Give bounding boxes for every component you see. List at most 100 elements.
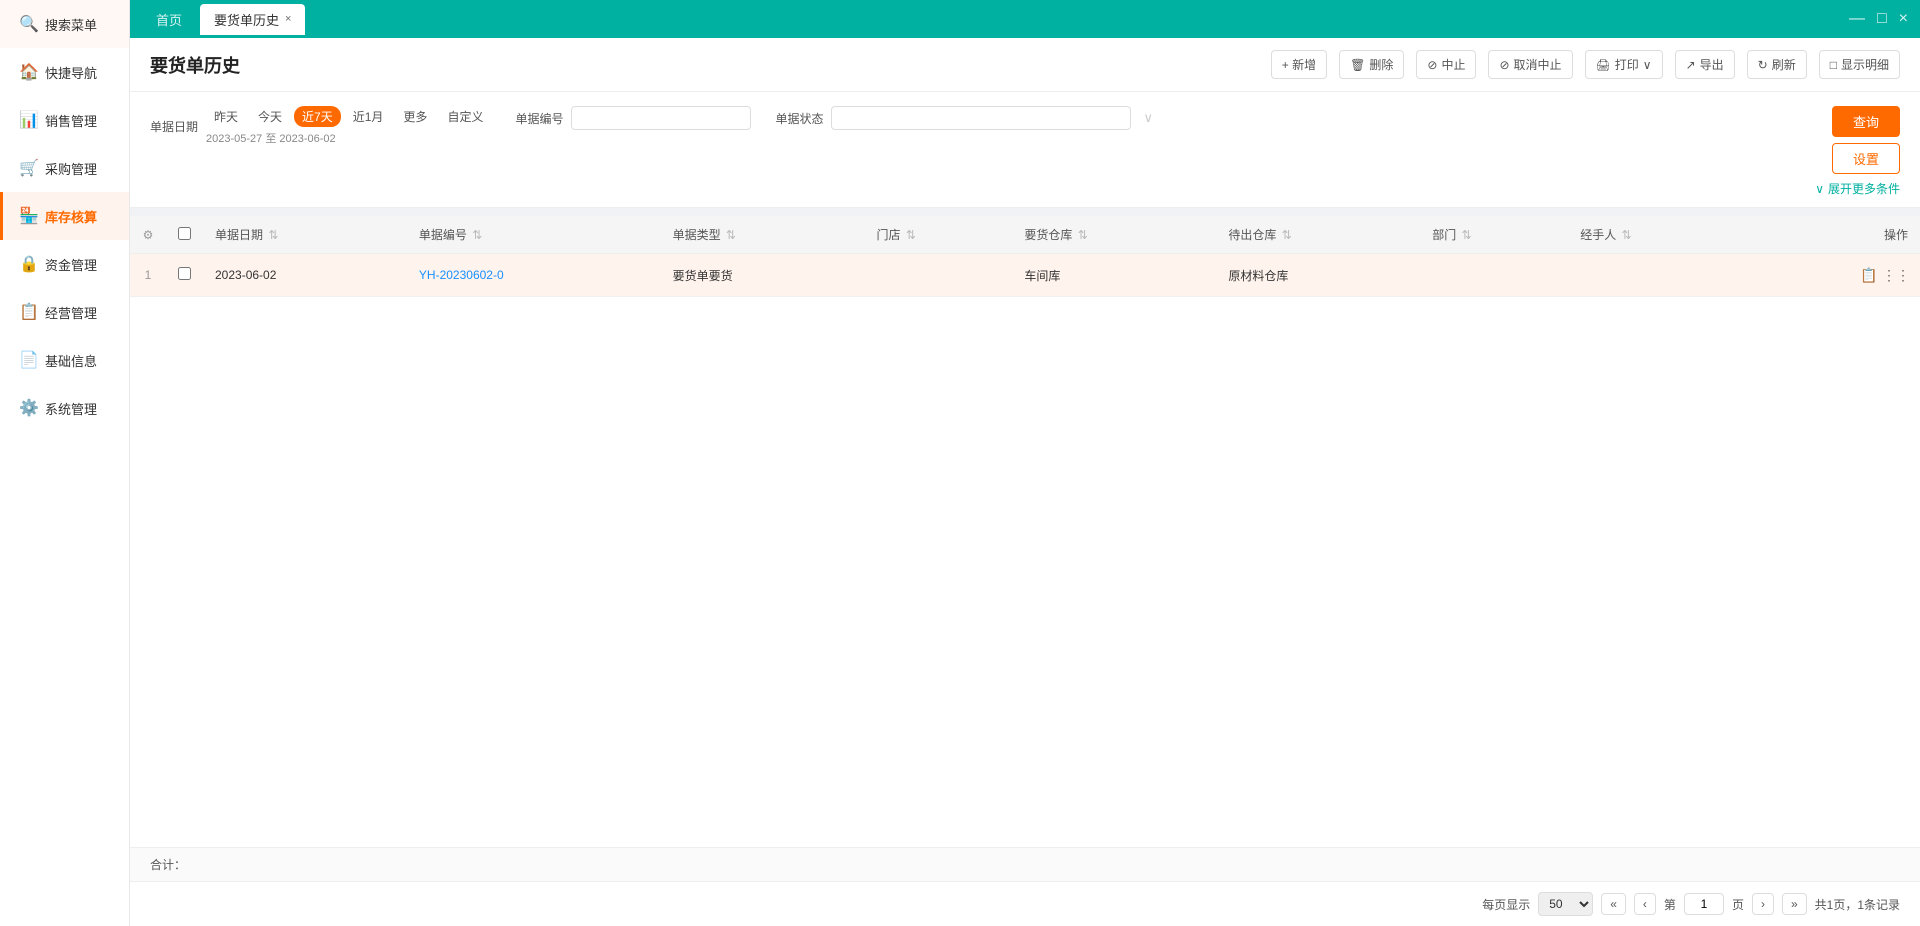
th-date: 单据日期 ⇅ (203, 216, 407, 254)
new-button[interactable]: + 新增 (1271, 50, 1327, 79)
bill-number-link[interactable]: YH-20230602-0 (419, 268, 504, 282)
date-btn-last1month[interactable]: 近1月 (345, 106, 392, 127)
sidebar-item-inventory[interactable]: 🏪 库存核算 (0, 192, 129, 240)
print-button[interactable]: 🖨 打印 ∨ (1585, 50, 1663, 79)
date-btn-today[interactable]: 今天 (250, 106, 290, 127)
date-range-display: 2023-05-27 至 2023-06-02 (206, 130, 491, 146)
suspend-icon: ⊘ (1427, 58, 1437, 72)
sidebar: 🔍 搜索菜单 🏠 快捷导航 📊 销售管理 🛒 采购管理 🏪 库存核算 🔒 资金管… (0, 0, 130, 926)
sidebar-item-search[interactable]: 🔍 搜索菜单 (0, 0, 129, 48)
sort-pending-warehouse-icon[interactable]: ⇅ (1282, 228, 1292, 242)
th-pending-warehouse: 待出仓库 ⇅ (1216, 216, 1420, 254)
suspend-label: 中止 (1441, 56, 1465, 73)
lock-icon: 🔒 (19, 254, 37, 274)
th-req-warehouse-label: 要货仓库 (1024, 228, 1072, 242)
delete-label: 删除 (1369, 56, 1393, 73)
more-ops-icon[interactable]: ⋮⋮ (1884, 263, 1908, 287)
sort-department-icon[interactable]: ⇅ (1462, 228, 1472, 242)
row-checkbox[interactable] (178, 267, 191, 280)
sidebar-item-basicinfo[interactable]: 📄 基础信息 (0, 336, 129, 384)
page-size-select[interactable]: 50 100 (1538, 892, 1593, 916)
sidebar-item-system[interactable]: ⚙️ 系统管理 (0, 384, 129, 432)
sidebar-item-sales[interactable]: 📊 销售管理 (0, 96, 129, 144)
content-area: 要货单历史 + 新增 🗑 删除 ⊘ 中止 ⊘ 取消中止 🖨 打印 (130, 38, 1920, 926)
sort-req-warehouse-icon[interactable]: ⇅ (1078, 228, 1088, 242)
refresh-button[interactable]: ↻ 刷新 (1747, 50, 1807, 79)
sort-type-icon[interactable]: ⇅ (726, 228, 736, 242)
cell-req-warehouse: 车间库 (1012, 254, 1216, 297)
status-dropdown-icon: ∨ (1143, 110, 1153, 126)
toolbar: + 新增 🗑 删除 ⊘ 中止 ⊘ 取消中止 🖨 打印 ∨ (1271, 50, 1900, 79)
cell-checkbox (166, 254, 203, 297)
status-label: 单据状态 (775, 110, 823, 127)
cell-type: 要货单要货 (661, 254, 865, 297)
refresh-label: 刷新 (1772, 56, 1796, 73)
cell-handler (1568, 254, 1744, 297)
cell-store (864, 254, 1012, 297)
th-store: 门店 ⇅ (864, 216, 1012, 254)
edit-icon[interactable]: 📋 (1857, 263, 1881, 287)
expand-more-button[interactable]: ∨ 展开更多条件 (1815, 180, 1900, 197)
sidebar-item-purchase[interactable]: 🛒 采购管理 (0, 144, 129, 192)
th-pending-warehouse-label: 待出仓库 (1228, 228, 1276, 242)
sidebar-item-finance[interactable]: 🔒 资金管理 (0, 240, 129, 288)
date-btn-more[interactable]: 更多 (395, 106, 435, 127)
prev-page-button[interactable]: ‹ (1634, 893, 1656, 915)
suspend-button[interactable]: ⊘ 中止 (1416, 50, 1476, 79)
date-btn-custom[interactable]: 自定义 (439, 106, 491, 127)
delete-button[interactable]: 🗑 删除 (1339, 50, 1404, 79)
maximize-icon[interactable]: □ (1877, 10, 1887, 28)
sort-handler-icon[interactable]: ⇅ (1622, 228, 1632, 242)
cell-department (1420, 254, 1568, 297)
expand-label: 展开更多条件 (1828, 180, 1900, 197)
sidebar-item-operations[interactable]: 📋 经营管理 (0, 288, 129, 336)
page-suffix: 页 (1732, 896, 1744, 913)
page-header: 要货单历史 + 新增 🗑 删除 ⊘ 中止 ⊘ 取消中止 🖨 打印 (130, 38, 1920, 92)
sidebar-label-basicinfo: 基础信息 (45, 351, 97, 370)
page-size-label: 每页显示 (1482, 896, 1530, 913)
sort-store-icon[interactable]: ⇅ (906, 228, 916, 242)
table-area: ⚙ 单据日期 ⇅ 单据编号 ⇅ (130, 216, 1920, 847)
settings-icon[interactable]: ⚙ (143, 228, 154, 242)
bill-number-input[interactable] (571, 106, 751, 130)
settings-button[interactable]: 设置 (1832, 143, 1900, 174)
th-settings: ⚙ (130, 216, 166, 254)
clipboard-icon: 📋 (19, 302, 37, 322)
window-close-icon[interactable]: × (1899, 10, 1908, 28)
query-button[interactable]: 查询 (1832, 106, 1900, 137)
show-detail-button[interactable]: □ 显示明细 (1819, 50, 1900, 79)
refresh-icon: ↻ (1758, 58, 1768, 72)
minimize-icon[interactable]: — (1849, 10, 1865, 28)
first-page-button[interactable]: « (1601, 893, 1626, 915)
th-date-label: 单据日期 (215, 228, 263, 242)
delete-icon: 🗑 (1350, 58, 1365, 72)
status-filter-group: 单据状态 ∨ (775, 106, 1808, 130)
tab-requisition-history[interactable]: 要货单历史 × (200, 4, 305, 35)
home-icon: 🏠 (19, 62, 37, 82)
last-page-button[interactable]: » (1782, 893, 1807, 915)
next-page-button[interactable]: › (1752, 893, 1774, 915)
page-number-input[interactable] (1684, 893, 1724, 915)
date-btn-yesterday[interactable]: 昨天 (206, 106, 246, 127)
sort-date-icon[interactable]: ⇅ (268, 228, 278, 242)
table-row: 1 2023-06-02 YH-20230602-0 要货单要货 车间库 原材料… (130, 254, 1920, 297)
select-all-checkbox[interactable] (178, 227, 191, 240)
th-number-label: 单据编号 (419, 228, 467, 242)
th-type-label: 单据类型 (673, 228, 721, 242)
date-btn-last7days[interactable]: 近7天 (294, 106, 341, 127)
cancel-suspend-button[interactable]: ⊘ 取消中止 (1488, 50, 1572, 79)
th-operations: 操作 (1744, 216, 1920, 254)
chart-icon: 📊 (19, 110, 37, 130)
tab-home[interactable]: 首页 (142, 4, 196, 35)
print-icon: 🖨 (1596, 58, 1611, 72)
export-button[interactable]: ↗ 导出 (1675, 50, 1735, 79)
sort-number-icon[interactable]: ⇅ (472, 228, 482, 242)
tab-home-label: 首页 (156, 10, 182, 29)
sidebar-item-quicknav[interactable]: 🏠 快捷导航 (0, 48, 129, 96)
sidebar-label-operations: 经营管理 (45, 303, 97, 322)
status-select[interactable] (831, 106, 1131, 130)
tab-close-icon[interactable]: × (285, 13, 291, 25)
cell-number: YH-20230602-0 (407, 254, 661, 297)
sidebar-label-sales: 销售管理 (45, 111, 97, 130)
th-operations-label: 操作 (1884, 228, 1908, 242)
